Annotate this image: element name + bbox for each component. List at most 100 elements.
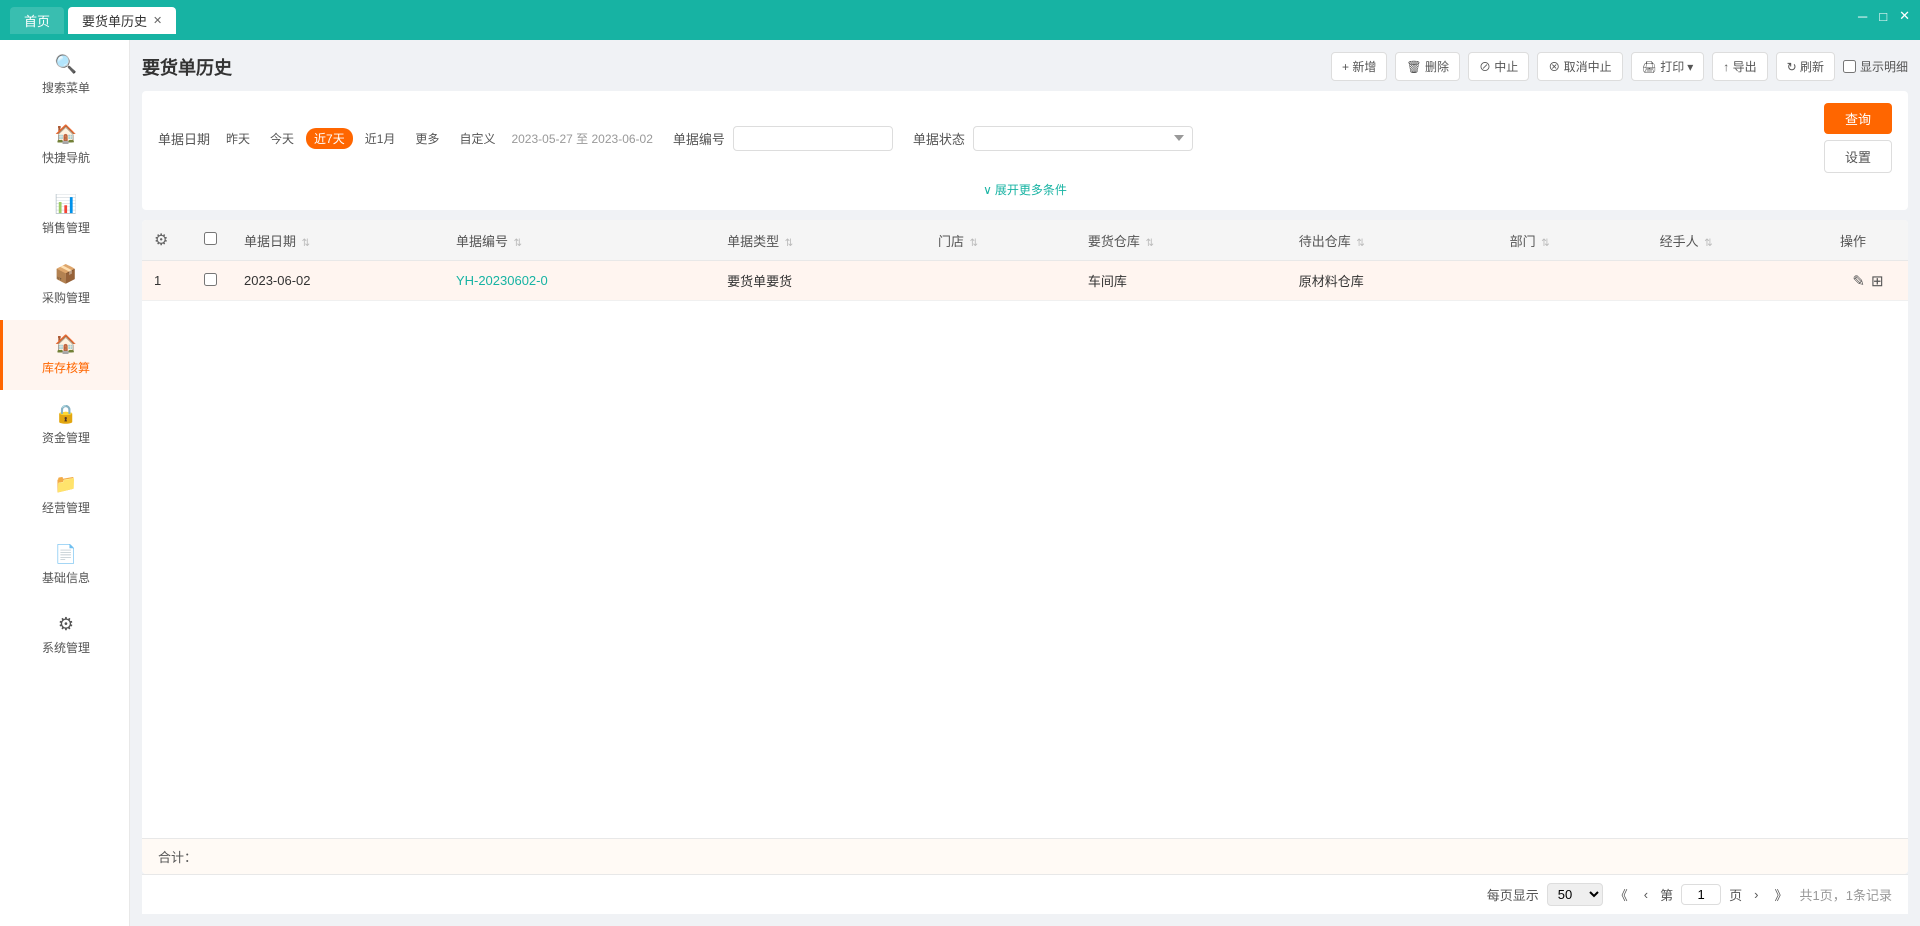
- sidebar-item-search-menu[interactable]: 🔍 搜索菜单: [0, 40, 129, 110]
- sidebar: 🔍 搜索菜单 🏠 快捷导航 📊 销售管理 📦 采购管理 🏠 库存核算 🔒 资金管…: [0, 40, 130, 926]
- sidebar-item-inventory[interactable]: 🏠 库存核算: [0, 320, 129, 390]
- base-info-icon: 📄: [55, 544, 77, 565]
- next-page-button[interactable]: ›: [1750, 885, 1762, 904]
- window-controls: ─ □ ✕: [1858, 8, 1910, 24]
- th-settings[interactable]: ⚙: [142, 220, 192, 261]
- close-icon[interactable]: ✕: [1899, 8, 1910, 24]
- sort-store-icon: ⇅: [970, 238, 978, 249]
- table-container: ⚙ 单据日期 ⇅ 单据编号 ⇅: [142, 220, 1908, 874]
- row-store: [926, 261, 1076, 301]
- doc-number-filter-group: 单据编号: [673, 126, 893, 151]
- sidebar-item-quick-nav[interactable]: 🏠 快捷导航: [0, 110, 129, 180]
- new-button[interactable]: + 新增: [1331, 52, 1387, 81]
- th-operations: 操作: [1828, 220, 1908, 261]
- first-page-button[interactable]: 《: [1611, 883, 1632, 906]
- display-detail-checkbox-label[interactable]: 显示明细: [1843, 58, 1908, 75]
- prev-page-button[interactable]: ‹: [1640, 885, 1652, 904]
- sidebar-item-base-info[interactable]: 📄 基础信息: [0, 530, 129, 600]
- per-page-select[interactable]: 50 10 20 100: [1547, 883, 1603, 906]
- cancel-suspend-button[interactable]: ⊗ 取消中止: [1537, 52, 1622, 81]
- sidebar-item-purchase[interactable]: 📦 采购管理: [0, 250, 129, 320]
- close-tab-icon[interactable]: ✕: [153, 14, 162, 27]
- display-detail-checkbox[interactable]: [1843, 60, 1856, 73]
- sort-type-icon: ⇅: [785, 238, 793, 249]
- row-date: 2023-06-02: [232, 261, 444, 301]
- sidebar-item-finance[interactable]: 🔒 资金管理: [0, 390, 129, 460]
- operations-icon: 📁: [55, 474, 77, 495]
- select-all-checkbox[interactable]: [204, 232, 217, 245]
- page-title: 要货单历史: [142, 54, 232, 80]
- row-checkbox[interactable]: [204, 273, 217, 286]
- th-number[interactable]: 单据编号 ⇅: [444, 220, 715, 261]
- table-header: ⚙ 单据日期 ⇅ 单据编号 ⇅: [142, 220, 1908, 261]
- refresh-button[interactable]: ↻ 刷新: [1776, 52, 1835, 81]
- th-handler[interactable]: 经手人 ⇅: [1648, 220, 1828, 261]
- sidebar-item-sales[interactable]: 📊 销售管理: [0, 180, 129, 250]
- doc-number-label: 单据编号: [673, 129, 725, 148]
- shortcut-custom[interactable]: 自定义: [451, 128, 503, 149]
- sidebar-item-operations[interactable]: 📁 经营管理: [0, 460, 129, 530]
- row-checkbox-cell: [192, 261, 232, 301]
- print-button[interactable]: 🖨 打印 ▾: [1631, 52, 1705, 81]
- row-pending-warehouse: 原材料仓库: [1287, 261, 1498, 301]
- toolbar: + 新增 🗑 删除 ⊘ 中止 ⊗ 取消中止 🖨 打印 ▾ ↑ 导出: [1331, 52, 1908, 81]
- sort-pending-warehouse-icon: ⇅: [1356, 238, 1364, 249]
- table-row: 1 2023-06-02 YH-20230602-0 要货单要货 车间库 原材料…: [142, 261, 1908, 301]
- date-filter-label: 单据日期: [158, 129, 210, 148]
- page-number-input[interactable]: [1681, 884, 1721, 905]
- total-info: 共1页，1条记录: [1800, 885, 1892, 904]
- row-copy-icon[interactable]: ⊞: [1871, 272, 1884, 290]
- expand-conditions-button[interactable]: ∨ 展开更多条件: [983, 181, 1067, 198]
- filter-area: 单据日期 昨天 今天 近7天 近1月 更多 自定义 2023-05-27 至 2…: [142, 91, 1908, 210]
- th-type[interactable]: 单据类型 ⇅: [715, 220, 926, 261]
- th-store[interactable]: 门店 ⇅: [926, 220, 1076, 261]
- query-button[interactable]: 查询: [1824, 103, 1892, 134]
- delete-button[interactable]: 🗑 删除: [1395, 52, 1460, 81]
- th-checkbox: [192, 220, 232, 261]
- date-shortcuts: 昨天 今天 近7天 近1月 更多 自定义: [218, 128, 503, 149]
- page-header: 要货单历史 + 新增 🗑 删除 ⊘ 中止 ⊗ 取消中止 🖨 打印 ▾: [142, 52, 1908, 81]
- filter-settings-button[interactable]: 设置: [1824, 140, 1892, 173]
- maximize-icon[interactable]: □: [1879, 9, 1887, 24]
- tab-home[interactable]: 首页: [10, 7, 64, 34]
- row-number-link[interactable]: YH-20230602-0: [456, 273, 548, 288]
- expand-icon: ∨: [983, 183, 992, 197]
- sidebar-item-system[interactable]: ⚙ 系统管理: [0, 600, 129, 670]
- table-body: 1 2023-06-02 YH-20230602-0 要货单要货 车间库 原材料…: [142, 261, 1908, 301]
- date-range-display: 2023-05-27 至 2023-06-02: [511, 130, 652, 147]
- export-button[interactable]: ↑ 导出: [1712, 52, 1767, 81]
- tab-requisition-history[interactable]: 要货单历史 ✕: [68, 7, 176, 34]
- th-date[interactable]: 单据日期 ⇅: [232, 220, 444, 261]
- finance-icon: 🔒: [55, 404, 77, 425]
- th-req-warehouse[interactable]: 要货仓库 ⇅: [1076, 220, 1287, 261]
- minimize-icon[interactable]: ─: [1858, 9, 1867, 24]
- sales-icon: 📊: [55, 194, 77, 215]
- shortcut-last7days[interactable]: 近7天: [306, 128, 353, 149]
- row-req-warehouse: 车间库: [1076, 261, 1287, 301]
- doc-status-filter-group: 单据状态: [913, 126, 1193, 151]
- doc-status-select[interactable]: [973, 126, 1193, 151]
- shortcut-yesterday[interactable]: 昨天: [218, 128, 258, 149]
- suspend-button[interactable]: ⊘ 中止: [1468, 52, 1529, 81]
- shortcut-today[interactable]: 今天: [262, 128, 302, 149]
- purchase-icon: 📦: [55, 264, 77, 285]
- sort-req-warehouse-icon: ⇅: [1146, 238, 1154, 249]
- settings-gear-icon[interactable]: ⚙: [154, 232, 168, 249]
- search-menu-icon: 🔍: [55, 54, 77, 75]
- shortcut-more[interactable]: 更多: [407, 128, 447, 149]
- shortcut-last1month[interactable]: 近1月: [357, 128, 404, 149]
- row-edit-icon[interactable]: ✎: [1852, 272, 1865, 290]
- row-settings-cell: 1: [142, 261, 192, 301]
- doc-number-input[interactable]: [733, 126, 893, 151]
- print-dropdown-icon: ▾: [1687, 60, 1693, 74]
- th-department[interactable]: 部门 ⇅: [1498, 220, 1648, 261]
- main-content: 要货单历史 + 新增 🗑 删除 ⊘ 中止 ⊗ 取消中止 🖨 打印 ▾: [130, 40, 1920, 926]
- system-icon: ⚙: [58, 614, 74, 635]
- ops-icons: ✎ ⊞: [1840, 272, 1896, 290]
- row-type: 要货单要货: [715, 261, 926, 301]
- pagination: 每页显示 50 10 20 100 《 ‹ 第 页 › 》 共1页，1条记录: [142, 874, 1908, 914]
- last-page-button[interactable]: 》: [1771, 883, 1792, 906]
- summary-row: 合计：: [142, 838, 1908, 874]
- quick-nav-icon: 🏠: [55, 124, 77, 145]
- th-pending-warehouse[interactable]: 待出仓库 ⇅: [1287, 220, 1498, 261]
